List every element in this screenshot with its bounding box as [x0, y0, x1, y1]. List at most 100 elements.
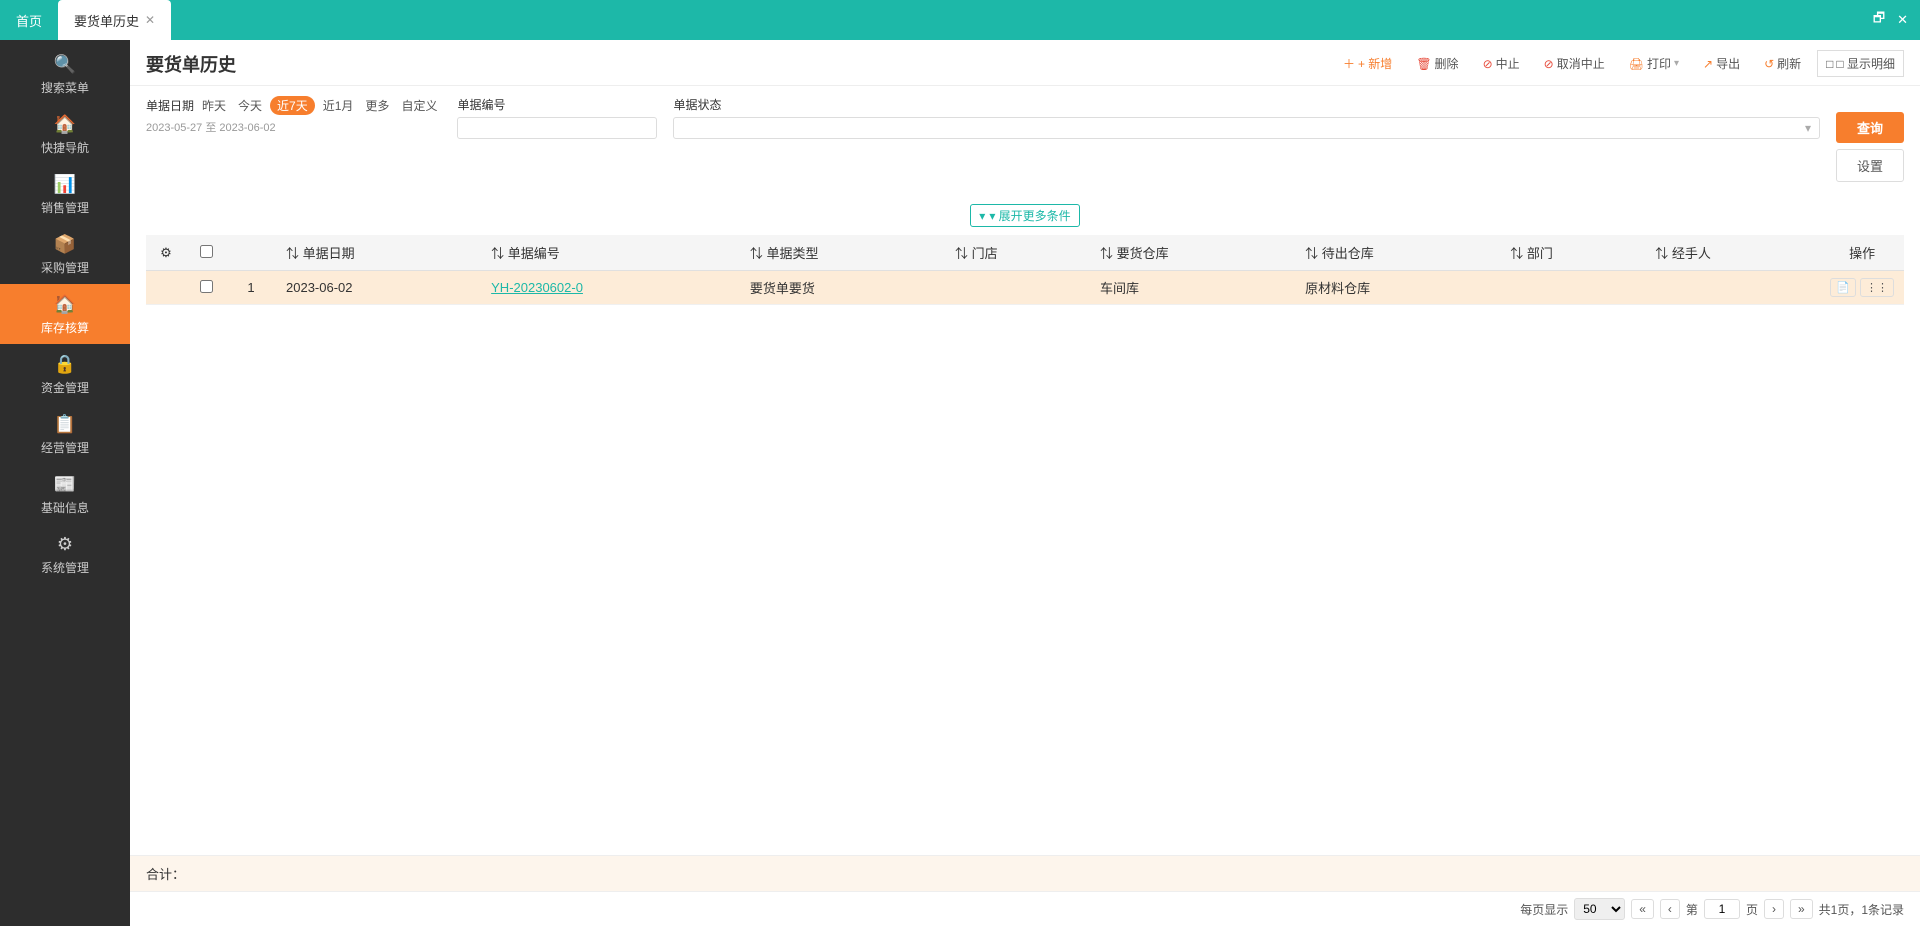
- row-doc-type: 要货单要货: [740, 271, 945, 305]
- sidebar-item-sales-mgmt[interactable]: 📊 销售管理: [0, 164, 130, 224]
- page-label: 第: [1686, 901, 1698, 918]
- print-dropdown-arrow[interactable]: ▾: [1674, 58, 1679, 69]
- table-body: 1 2023-06-02 YH-20230602-0 要货单要货 车间库 原材料…: [146, 271, 1904, 305]
- toolbar: ＋ + 新增 🗑 删除 ⊘ 中止 ⊘ 取消中止: [1335, 50, 1904, 77]
- top-bar-right: 🗗 ✕: [1873, 9, 1920, 31]
- settings-button[interactable]: 设置: [1836, 149, 1904, 182]
- add-icon: ＋: [1343, 55, 1355, 72]
- sidebar-item-ops-mgmt[interactable]: 📋 经营管理: [0, 404, 130, 464]
- th-store[interactable]: ⇅ 门店: [945, 235, 1090, 271]
- row-checkbox[interactable]: [200, 280, 213, 293]
- export-button[interactable]: ↗ 导出: [1695, 51, 1748, 76]
- sidebar-label-quick-nav: 快捷导航: [41, 139, 89, 156]
- pagination-total: 共1页，1条记录: [1819, 901, 1904, 918]
- stop-button[interactable]: ⊘ 中止: [1475, 51, 1528, 76]
- status-label: 单据状态: [673, 96, 1820, 113]
- delete-button[interactable]: 🗑 删除: [1408, 51, 1466, 76]
- date-preset-yesterday[interactable]: 昨天: [198, 96, 230, 115]
- th-settings[interactable]: ⚙: [146, 235, 186, 271]
- footer-label: 合计：: [146, 867, 185, 882]
- status-select[interactable]: ▾: [673, 117, 1820, 139]
- row-handler: [1645, 271, 1820, 305]
- date-preset-custom[interactable]: 自定义: [397, 96, 441, 115]
- search-menu-icon: 🔍: [54, 54, 76, 75]
- expand-icon: ▾: [979, 209, 985, 223]
- table-header: ⚙ ⇅ 单据日期 ⇅ 单据编号 ⇅ 单据类型 ⇅ 门店 ⇅ 要货仓库 ⇅ 待出仓…: [146, 235, 1904, 271]
- data-table: ⚙ ⇅ 单据日期 ⇅ 单据编号 ⇅ 单据类型 ⇅ 门店 ⇅ 要货仓库 ⇅ 待出仓…: [146, 235, 1904, 305]
- per-page-select[interactable]: 50 10 20 100: [1574, 898, 1625, 920]
- sidebar-label-basic-info: 基础信息: [41, 499, 89, 516]
- show-detail-button[interactable]: □ □ 显示明细: [1817, 50, 1904, 77]
- page-suffix: 页: [1746, 901, 1758, 918]
- filter-bar: 单据日期 昨天 今天 近7天 近1月 更多 自定义 2023-05-27 至 2…: [130, 86, 1920, 182]
- th-pending-warehouse[interactable]: ⇅ 待出仓库: [1295, 235, 1500, 271]
- th-dept[interactable]: ⇅ 部门: [1500, 235, 1645, 271]
- tab-close-icon[interactable]: ✕: [145, 13, 155, 27]
- window-close-btn[interactable]: ✕: [1897, 12, 1908, 28]
- row-actions: 📄 ⋮⋮: [1820, 271, 1904, 305]
- per-page-label: 每页显示: [1520, 901, 1568, 918]
- row-doc-date: 2023-06-02: [276, 271, 481, 305]
- prev-page-button[interactable]: ‹: [1660, 899, 1680, 919]
- inventory-icon: 🏠: [54, 294, 76, 315]
- page-header: 要货单历史 ＋ + 新增 🗑 删除 ⊘ 中止 ⊘: [130, 40, 1920, 86]
- cancel-stop-icon: ⊘: [1544, 57, 1554, 71]
- add-button[interactable]: ＋ + 新增: [1335, 51, 1400, 76]
- export-icon: ↗: [1703, 57, 1713, 71]
- date-preset-1month[interactable]: 近1月: [319, 96, 358, 115]
- last-page-button[interactable]: »: [1790, 899, 1813, 919]
- select-all-checkbox[interactable]: [200, 245, 213, 258]
- th-check[interactable]: [186, 235, 226, 271]
- next-page-button[interactable]: ›: [1764, 899, 1784, 919]
- top-bar: 首页 要货单历史 ✕ 🗗 ✕: [0, 0, 1920, 40]
- row-req-warehouse: 车间库: [1090, 271, 1295, 305]
- print-button[interactable]: 🖨 打印 ▾: [1621, 51, 1687, 76]
- finance-mgmt-icon: 🔒: [54, 354, 76, 375]
- row-num: 1: [226, 271, 276, 305]
- sidebar-label-search-menu: 搜索菜单: [41, 79, 89, 96]
- window-restore-btn[interactable]: 🗗: [1873, 9, 1885, 31]
- tab-order-history[interactable]: 要货单历史 ✕: [58, 0, 171, 40]
- th-op: 操作: [1820, 235, 1904, 271]
- th-req-warehouse[interactable]: ⇅ 要货仓库: [1090, 235, 1295, 271]
- row-store: [945, 271, 1090, 305]
- th-doc-type[interactable]: ⇅ 单据类型: [740, 235, 945, 271]
- expand-conditions-button[interactable]: ▾ ▾ 展开更多条件: [970, 204, 1079, 227]
- sidebar-item-basic-info[interactable]: 📰 基础信息: [0, 464, 130, 524]
- refresh-button[interactable]: ↺ 刷新: [1756, 51, 1809, 76]
- th-doc-date[interactable]: ⇅ 单据日期: [276, 235, 481, 271]
- table-row: 1 2023-06-02 YH-20230602-0 要货单要货 车间库 原材料…: [146, 271, 1904, 305]
- row-check[interactable]: [186, 271, 226, 305]
- row-more-button[interactable]: ⋮⋮: [1860, 278, 1894, 297]
- filter-actions: 查询 设置: [1836, 96, 1904, 182]
- cancel-stop-button[interactable]: ⊘ 取消中止: [1536, 51, 1613, 76]
- page-title: 要货单历史: [146, 51, 1335, 77]
- doc-no-input[interactable]: [457, 117, 657, 139]
- date-preset-today[interactable]: 今天: [234, 96, 266, 115]
- status-dropdown-arrow: ▾: [1805, 121, 1811, 135]
- row-edit-button[interactable]: 📄: [1830, 278, 1856, 297]
- tab-home[interactable]: 首页: [0, 0, 58, 40]
- date-filter-label: 单据日期: [146, 97, 194, 114]
- th-num: [226, 235, 276, 271]
- table-wrap: ⚙ ⇅ 单据日期 ⇅ 单据编号 ⇅ 单据类型 ⇅ 门店 ⇅ 要货仓库 ⇅ 待出仓…: [130, 235, 1920, 855]
- date-preset-7days[interactable]: 近7天: [270, 96, 315, 115]
- date-preset-more[interactable]: 更多: [361, 96, 393, 115]
- sidebar-item-sys-mgmt[interactable]: ⚙ 系统管理: [0, 524, 130, 584]
- expand-more-row: ▾ ▾ 展开更多条件: [130, 182, 1920, 235]
- th-doc-no[interactable]: ⇅ 单据编号: [481, 235, 740, 271]
- sidebar-label-purchase-mgmt: 采购管理: [41, 259, 89, 276]
- first-page-button[interactable]: «: [1631, 899, 1654, 919]
- sidebar-item-inventory[interactable]: 🏠 库存核算: [0, 284, 130, 344]
- page-number-input[interactable]: [1704, 899, 1740, 919]
- content-area: 要货单历史 ＋ + 新增 🗑 删除 ⊘ 中止 ⊘: [130, 40, 1920, 926]
- row-doc-no[interactable]: YH-20230602-0: [481, 271, 740, 305]
- sidebar-item-quick-nav[interactable]: 🏠 快捷导航: [0, 104, 130, 164]
- sidebar-item-finance-mgmt[interactable]: 🔒 资金管理: [0, 344, 130, 404]
- sidebar-item-search-menu[interactable]: 🔍 搜索菜单: [0, 44, 130, 104]
- sidebar-label-ops-mgmt: 经营管理: [41, 439, 89, 456]
- delete-icon: 🗑: [1416, 57, 1431, 71]
- sidebar-item-purchase-mgmt[interactable]: 📦 采购管理: [0, 224, 130, 284]
- query-button[interactable]: 查询: [1836, 112, 1904, 143]
- th-handler[interactable]: ⇅ 经手人: [1645, 235, 1820, 271]
